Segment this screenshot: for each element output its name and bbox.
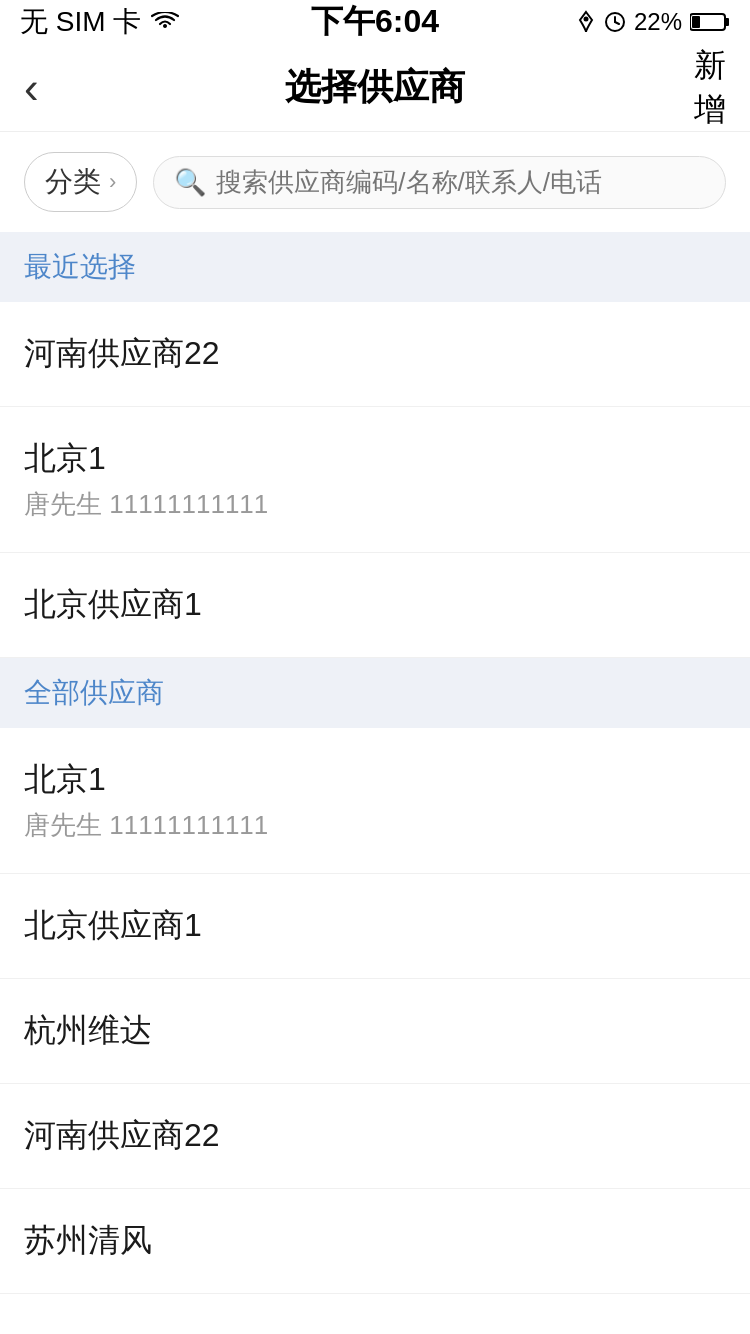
svg-rect-6	[692, 16, 700, 28]
supplier-name: 北京1	[24, 758, 726, 802]
supplier-name: 北京供应商1	[24, 583, 726, 627]
nav-bar: ‹ 选择供应商 新增	[0, 44, 750, 132]
list-item[interactable]: 北京供应商1	[0, 874, 750, 979]
back-button[interactable]: ‹	[24, 63, 84, 113]
section-header-all: 全部供应商	[0, 658, 750, 728]
status-time: 下午6:04	[311, 0, 439, 44]
supplier-name: 河南供应商22	[24, 1114, 726, 1158]
category-button[interactable]: 分类 ›	[24, 152, 137, 212]
supplier-name: 北京供应商1	[24, 904, 726, 948]
supplier-name: 北京1	[24, 437, 726, 481]
chevron-right-icon: ›	[109, 169, 116, 195]
list-item[interactable]: 苏州清风	[0, 1189, 750, 1294]
back-arrow-icon: ‹	[24, 63, 39, 112]
svg-line-3	[615, 22, 619, 24]
battery-text: 22%	[634, 8, 682, 36]
svg-rect-5	[725, 18, 729, 26]
list-item[interactable]: 北京供应商1	[0, 553, 750, 658]
svg-point-0	[583, 17, 588, 22]
search-box[interactable]: 🔍	[153, 156, 726, 209]
search-icon: 🔍	[174, 167, 206, 198]
supplier-list: 最近选择河南供应商22 北京1 唐先生 11111111111 北京供应商1 全部供应商…	[0, 232, 750, 1294]
add-button[interactable]: 新增	[666, 44, 726, 132]
page-title: 选择供应商	[84, 63, 666, 112]
status-bar: 无 SIM 卡 下午6:04 22%	[0, 0, 750, 44]
status-right: 22%	[576, 8, 730, 36]
filter-bar: 分类 › 🔍	[0, 132, 750, 232]
supplier-contact: 唐先生 11111111111	[24, 487, 726, 522]
list-item[interactable]: 北京1 唐先生 11111111111	[0, 407, 750, 553]
list-item[interactable]: 北京1 唐先生 11111111111	[0, 728, 750, 874]
sim-status: 无 SIM 卡	[20, 3, 141, 41]
list-item[interactable]: 杭州维达	[0, 979, 750, 1084]
clock-icon	[604, 11, 626, 33]
section-header-recent: 最近选择	[0, 232, 750, 302]
search-input[interactable]	[216, 167, 705, 198]
supplier-contact: 唐先生 11111111111	[24, 808, 726, 843]
category-label: 分类	[45, 163, 101, 201]
location-icon	[576, 10, 596, 34]
supplier-name: 杭州维达	[24, 1009, 726, 1053]
status-left: 无 SIM 卡	[20, 3, 179, 41]
list-item[interactable]: 河南供应商22	[0, 1084, 750, 1189]
wifi-icon	[151, 12, 179, 32]
supplier-name: 苏州清风	[24, 1219, 726, 1263]
battery-icon	[690, 11, 730, 33]
list-item[interactable]: 河南供应商22	[0, 302, 750, 407]
supplier-name: 河南供应商22	[24, 332, 726, 376]
